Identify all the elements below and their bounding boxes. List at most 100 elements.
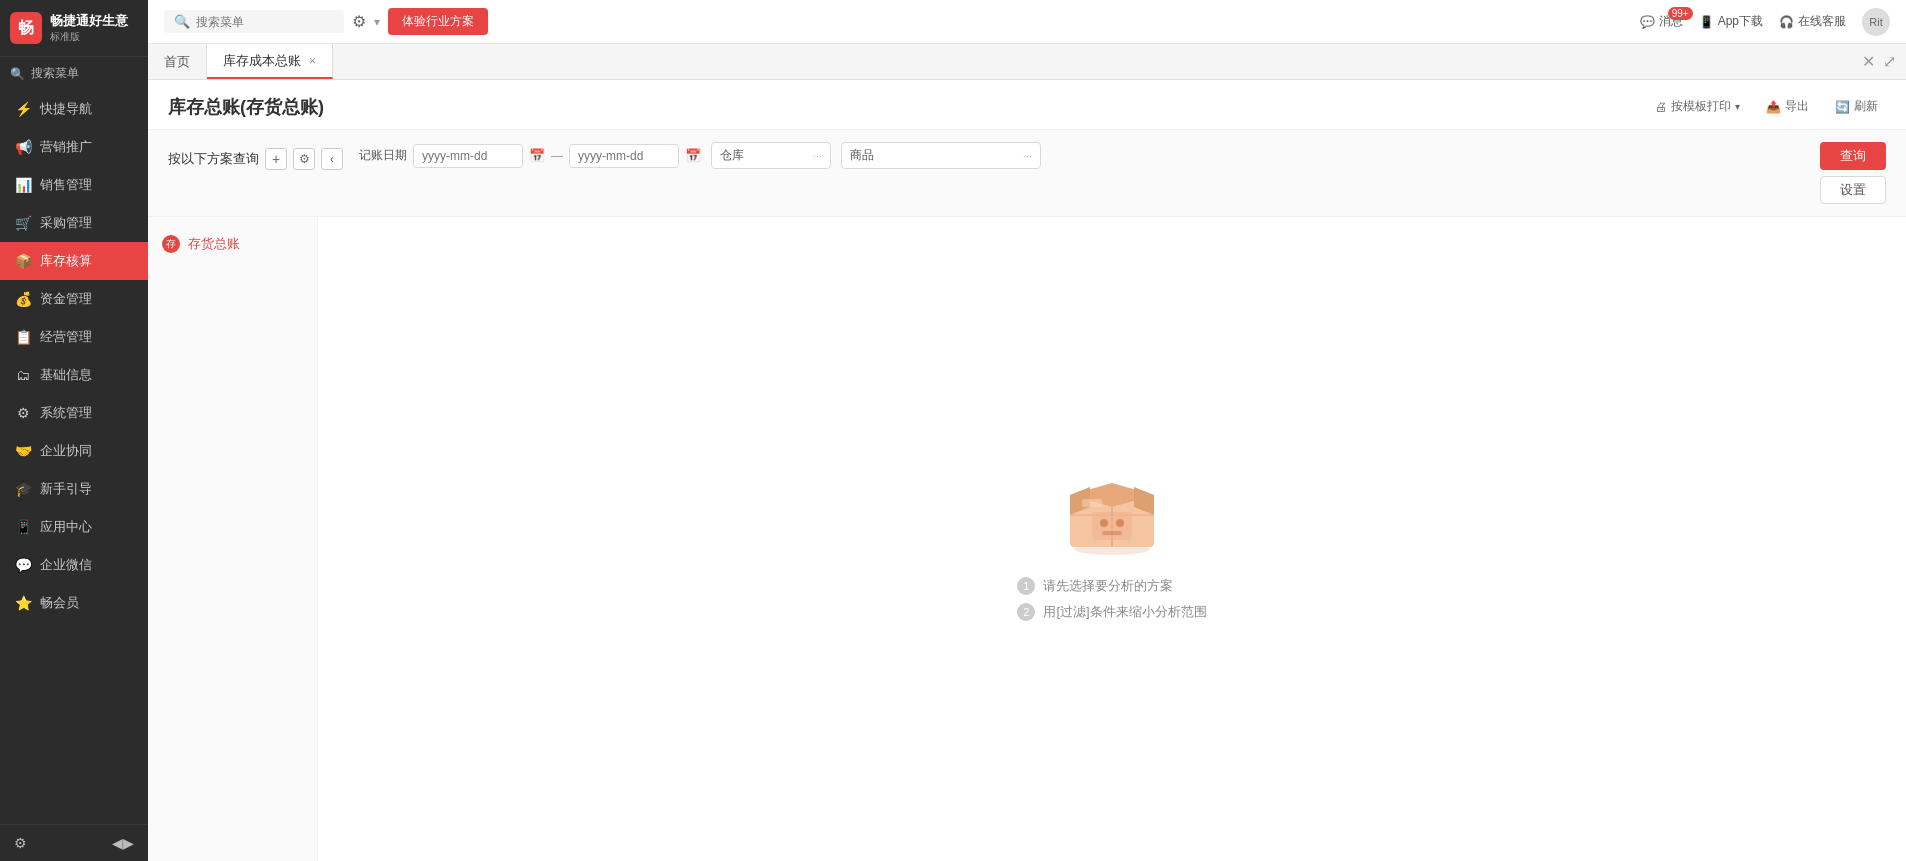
main-area: 🔍 ⚙ ▾ 体验行业方案 💬 消息 99+ 📱 App下载 🎧 在线客服 (148, 0, 1906, 861)
tip-num-1: 1 (1017, 577, 1035, 595)
basic-info-icon: 🗂 (14, 366, 32, 384)
topbar-search-area[interactable]: 🔍 (164, 10, 344, 33)
content-body: 存 存货总账 (148, 217, 1906, 861)
topbar-search-icon: 🔍 (174, 14, 190, 29)
sidebar-item-sales[interactable]: 📊 销售管理 (0, 166, 148, 204)
online-service-btn[interactable]: 🎧 在线客服 (1779, 13, 1846, 30)
sidebar-item-guide[interactable]: 🎓 新手引导 (0, 470, 148, 508)
sidebar-item-app-center[interactable]: 📱 应用中心 (0, 508, 148, 546)
sidebar-item-membership[interactable]: ⭐ 畅会员 (0, 584, 148, 622)
filter-right-actions: 查询 设置 (1820, 142, 1886, 204)
sidebar-item-wechat[interactable]: 💬 企业微信 (0, 546, 148, 584)
industry-btn[interactable]: 体验行业方案 (388, 8, 488, 35)
scheme-item-inventory-ledger[interactable]: 存 存货总账 (148, 227, 317, 261)
goods-more-icon: ··· (1023, 150, 1032, 162)
tab-inventory-ledger[interactable]: 库存成本总账 × (207, 44, 333, 79)
tab-home[interactable]: 首页 (148, 44, 207, 79)
operations-icon: 📋 (14, 328, 32, 346)
avatar: Rit (1862, 8, 1890, 36)
sidebar-item-finance[interactable]: 💰 资金管理 (0, 280, 148, 318)
print-dropdown-icon[interactable]: ▾ (1735, 101, 1740, 112)
date-field-label: 记账日期 (359, 147, 407, 164)
message-btn[interactable]: 💬 消息 99+ (1640, 13, 1683, 30)
warehouse-select[interactable]: 仓库 ··· (711, 142, 831, 169)
warehouse-more-icon: ··· (813, 150, 822, 162)
filter-arrow-btn[interactable]: ‹ (321, 148, 343, 170)
svg-point-9 (1100, 519, 1108, 527)
sidebar-item-purchase[interactable]: 🛒 采购管理 (0, 204, 148, 242)
sidebar-bottom-icons: ⚙ (14, 835, 27, 851)
cooperation-icon: 🤝 (14, 442, 32, 460)
data-area: 1 请先选择要分析的方案 2 用[过滤]条件来缩小分析范围 (318, 217, 1906, 861)
sidebar-item-cooperation[interactable]: 🤝 企业协同 (0, 432, 148, 470)
app-logo-icon: 畅 (10, 12, 42, 44)
empty-box-svg (1052, 457, 1172, 557)
page-content: 库存总账(存货总账) 🖨 按模板打印 ▾ 📤 导出 🔄 刷新 (148, 80, 1906, 861)
quick-nav-icon: ⚡ (14, 100, 32, 118)
settings-btn[interactable]: 设置 (1820, 176, 1886, 204)
topbar-search-input[interactable] (196, 15, 316, 29)
topbar-gear-icon[interactable]: ⚙ (352, 12, 366, 31)
sidebar: 畅 畅捷通好生意 标准版 🔍 搜索菜单 ⚡ 快捷导航 📢 营销推广 📊 销售管理… (0, 0, 148, 861)
svg-rect-11 (1102, 531, 1122, 535)
filter-fields: 记账日期 📅 — 📅 仓库 ··· 商品 (359, 142, 1804, 169)
filter-actions: + ⚙ ‹ (265, 148, 343, 170)
date-end-input[interactable] (569, 144, 679, 168)
membership-icon: ⭐ (14, 594, 32, 612)
inventory-icon: 📦 (14, 252, 32, 270)
topbar-dropdown-icon[interactable]: ▾ (374, 15, 380, 29)
purchase-icon: 🛒 (14, 214, 32, 232)
sidebar-bottom: ⚙ ◀▶ (0, 824, 148, 861)
search-icon: 🔍 (10, 67, 25, 81)
sidebar-nav: ⚡ 快捷导航 📢 营销推广 📊 销售管理 🛒 采购管理 📦 库存核算 💰 资金管… (0, 90, 148, 824)
filter-add-btn[interactable]: + (265, 148, 287, 170)
filter-collapse-btn[interactable]: ⚙ (293, 148, 315, 170)
phone-icon: 📱 (1699, 15, 1714, 29)
sidebar-item-basic-info[interactable]: 🗂 基础信息 (0, 356, 148, 394)
finance-icon: 💰 (14, 290, 32, 308)
tab-expand-icon[interactable]: ⤢ (1883, 52, 1896, 71)
calendar-end-icon[interactable]: 📅 (685, 148, 701, 163)
sidebar-search-menu[interactable]: 🔍 搜索菜单 (0, 57, 148, 90)
guide-icon: 🎓 (14, 480, 32, 498)
print-btn[interactable]: 🖨 按模板打印 ▾ (1647, 94, 1748, 119)
user-avatar-area[interactable]: Rit (1862, 8, 1890, 36)
export-icon: 📤 (1766, 100, 1781, 114)
svg-rect-7 (1082, 499, 1102, 507)
system-icon: ⚙ (14, 404, 32, 422)
tip-item-2: 2 用[过滤]条件来缩小分析范围 (1017, 603, 1206, 621)
page-header-actions: 🖨 按模板打印 ▾ 📤 导出 🔄 刷新 (1647, 94, 1886, 119)
refresh-btn[interactable]: 🔄 刷新 (1827, 94, 1886, 119)
wechat-icon: 💬 (14, 556, 32, 574)
date-start-input[interactable] (413, 144, 523, 168)
settings-icon[interactable]: ⚙ (14, 835, 27, 851)
tab-close-icon[interactable]: × (309, 54, 316, 68)
scheme-panel: 存 存货总账 (148, 217, 318, 861)
export-btn[interactable]: 📤 导出 (1758, 94, 1817, 119)
empty-illustration: 1 请先选择要分析的方案 2 用[过滤]条件来缩小分析范围 (1017, 457, 1206, 621)
svg-point-10 (1116, 519, 1124, 527)
filter-warehouse-group: 仓库 ··· (711, 142, 831, 169)
collapse-icon[interactable]: ◀▶ (112, 835, 134, 851)
sidebar-item-operations[interactable]: 📋 经营管理 (0, 318, 148, 356)
date-separator: — (551, 149, 563, 163)
query-btn[interactable]: 查询 (1820, 142, 1886, 170)
scheme-item-icon: 存 (162, 235, 180, 253)
tabbar: 首页 库存成本总账 × ✕ ⤢ (148, 44, 1906, 80)
sidebar-item-quick-nav[interactable]: ⚡ 快捷导航 (0, 90, 148, 128)
app-logo-text: 畅捷通好生意 标准版 (50, 13, 128, 43)
app-center-icon: 📱 (14, 518, 32, 536)
sidebar-item-marketing[interactable]: 📢 营销推广 (0, 128, 148, 166)
app-download-btn[interactable]: 📱 App下载 (1699, 13, 1763, 30)
marketing-icon: 📢 (14, 138, 32, 156)
calendar-start-icon[interactable]: 📅 (529, 148, 545, 163)
svg-rect-8 (1092, 512, 1132, 540)
page-title: 库存总账(存货总账) (168, 95, 324, 119)
sidebar-item-system[interactable]: ⚙ 系统管理 (0, 394, 148, 432)
tab-close-page-icon[interactable]: ✕ (1862, 52, 1875, 71)
tip-item-1: 1 请先选择要分析的方案 (1017, 577, 1206, 595)
print-icon: 🖨 (1655, 100, 1667, 114)
sidebar-item-inventory[interactable]: 📦 库存核算 (0, 242, 148, 280)
goods-select[interactable]: 商品 ··· (841, 142, 1041, 169)
filter-date-group: 记账日期 📅 — 📅 (359, 144, 701, 168)
